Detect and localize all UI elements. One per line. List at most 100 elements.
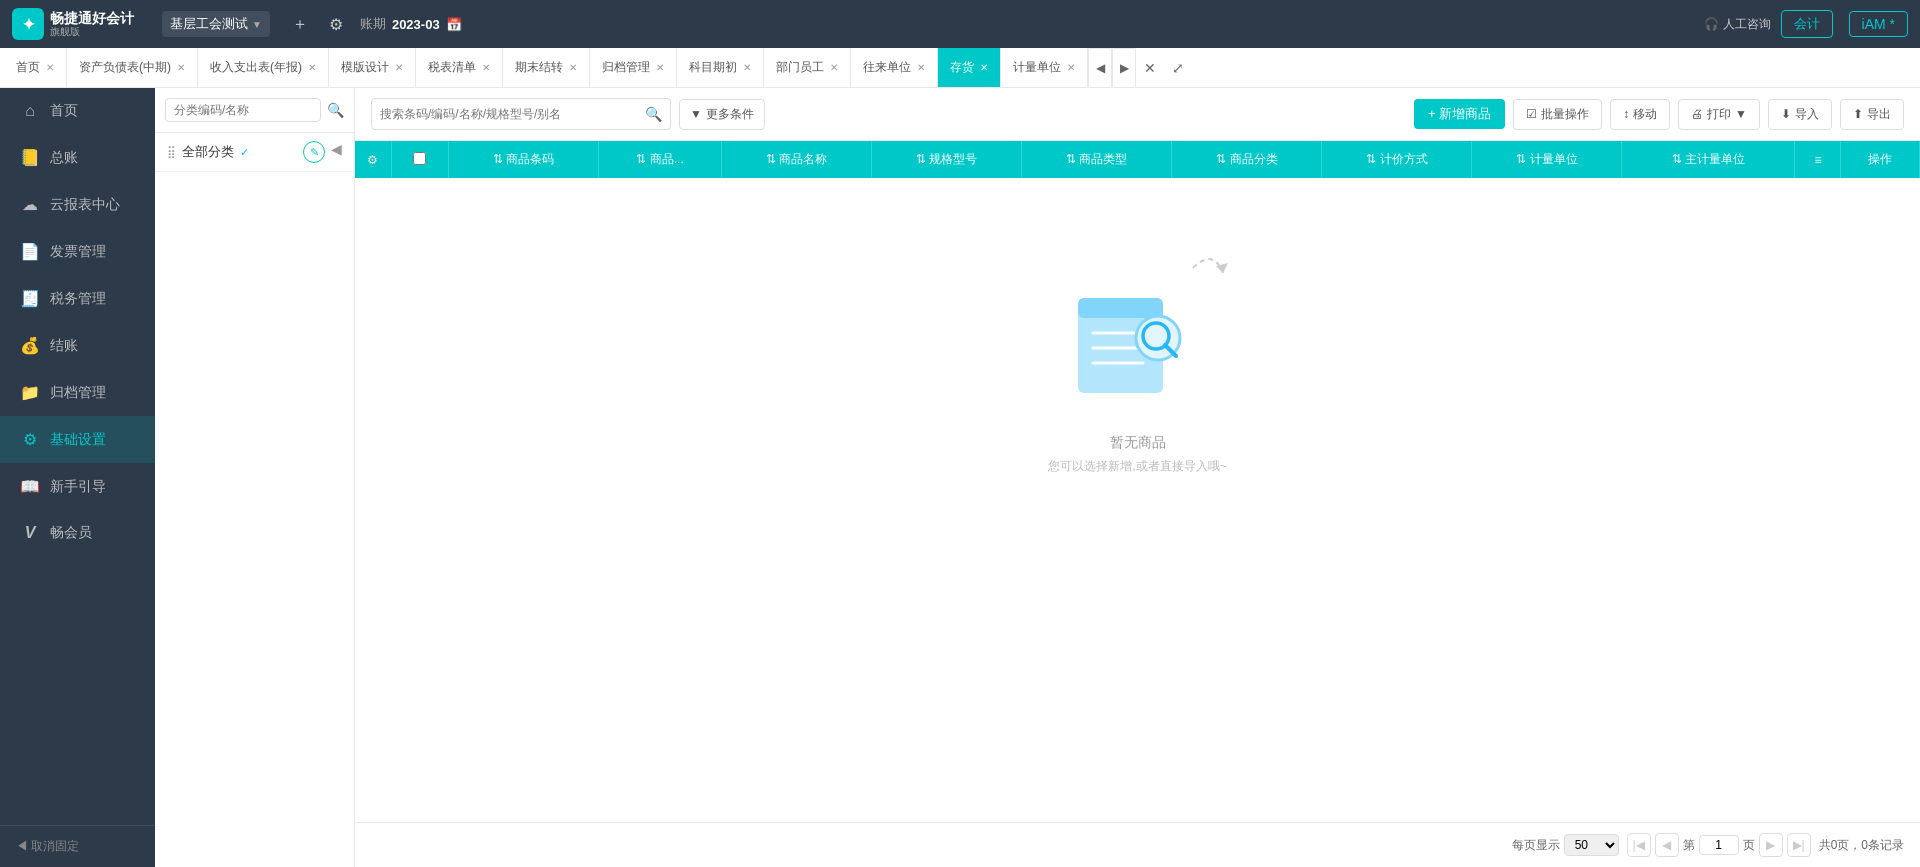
page-number-input[interactable] <box>1699 835 1739 855</box>
product-search-icon[interactable]: 🔍 <box>645 106 662 122</box>
tab-dept-staff[interactable]: 部门员工 ✕ <box>764 48 851 87</box>
tab-close-icon[interactable]: ✕ <box>308 62 316 73</box>
sidebar-label-cloud: 云报表中心 <box>50 196 120 214</box>
per-page-dropdown[interactable]: 50 10 20 100 <box>1564 834 1619 856</box>
sidebar-item-cloud-reports[interactable]: ☁ 云报表中心 <box>0 181 155 228</box>
col-extra[interactable]: ≡ <box>1795 141 1841 178</box>
left-panel: 🔍 ⣿ 全部分类 ✓ ✎ ◀ <box>155 88 355 867</box>
import-label: 导入 <box>1795 106 1819 123</box>
sidebar-item-invoice-mgmt[interactable]: 📄 发票管理 <box>0 228 155 275</box>
col-price-method[interactable]: ⇅ 计价方式 <box>1322 141 1472 178</box>
filter-icon: ▼ <box>690 107 702 121</box>
sidebar-item-archive[interactable]: 📁 归档管理 <box>0 369 155 416</box>
col-barcode[interactable]: ⇅ 商品条码 <box>448 141 598 178</box>
move-button[interactable]: ↕ 移动 <box>1610 99 1670 130</box>
product-search-input[interactable] <box>380 107 645 121</box>
print-label: 打印 <box>1707 106 1731 123</box>
category-search-icon[interactable]: 🔍 <box>327 102 344 118</box>
category-search-input[interactable] <box>165 98 321 122</box>
company-selector[interactable]: 基层工会测试 ▼ <box>162 11 270 37</box>
headset-icon: 🎧 <box>1704 17 1719 31</box>
tab-expand-button[interactable]: ⤢ <box>1164 48 1192 88</box>
batch-operation-button[interactable]: ☑ 批量操作 <box>1513 99 1602 130</box>
tab-close-icon[interactable]: ✕ <box>177 62 185 73</box>
tab-homepage[interactable]: 首页 ✕ <box>4 48 67 87</box>
col-unit[interactable]: ⇅ 计量单位 <box>1472 141 1622 178</box>
tab-next-button[interactable]: ▶ <box>1112 48 1136 88</box>
account-button[interactable]: 会计 <box>1781 10 1833 38</box>
tab-close-icon[interactable]: ✕ <box>656 62 664 73</box>
col-settings[interactable]: ⚙ <box>355 141 391 178</box>
left-panel-collapse-button[interactable]: ◀ <box>331 141 342 163</box>
settings-icon[interactable]: ⚙ <box>322 10 350 38</box>
col-type[interactable]: ⇅ 商品类型 <box>1022 141 1172 178</box>
sidebar: ⌂ 首页 📒 总账 ☁ 云报表中心 📄 发票管理 🧾 税务管理 💰 结账 📁 归… <box>0 88 155 867</box>
sidebar-item-new-guide[interactable]: 📖 新手引导 <box>0 463 155 510</box>
edit-icon: ✎ <box>310 146 319 159</box>
prev-page-button[interactable]: ◀ <box>1655 833 1679 857</box>
tab-prev-button[interactable]: ◀ <box>1088 48 1112 88</box>
sidebar-item-home[interactable]: ⌂ 首页 <box>0 88 155 134</box>
sidebar-item-basic-settings[interactable]: ⚙ 基础设置 <box>0 416 155 463</box>
tab-close-icon[interactable]: ✕ <box>980 62 988 73</box>
col-category[interactable]: ⇅ 商品分类 <box>1172 141 1322 178</box>
sidebar-item-membership[interactable]: V 畅会员 <box>0 510 155 556</box>
tab-label: 计量单位 <box>1013 59 1061 76</box>
product-search-box[interactable]: 🔍 <box>371 98 671 130</box>
sidebar-item-ledger[interactable]: 📒 总账 <box>0 134 155 181</box>
tab-close-icon[interactable]: ✕ <box>395 62 403 73</box>
category-edit-button[interactable]: ✎ <box>303 141 325 163</box>
move-label: 移动 <box>1633 106 1657 123</box>
tab-close-icon[interactable]: ✕ <box>482 62 490 73</box>
next-page-button[interactable]: ▶ <box>1759 833 1783 857</box>
tab-template-design[interactable]: 模版设计 ✕ <box>329 48 416 87</box>
select-all-checkbox[interactable] <box>413 152 426 165</box>
sidebar-label-tax: 税务管理 <box>50 290 106 308</box>
last-page-button[interactable]: ▶| <box>1787 833 1811 857</box>
sidebar-item-settlement[interactable]: 💰 结账 <box>0 322 155 369</box>
category-header: ⣿ 全部分类 ✓ ✎ ◀ <box>155 133 354 172</box>
tab-inventory[interactable]: 存货 ✕ <box>938 48 1001 87</box>
more-filter-button[interactable]: ▼ 更多条件 <box>679 99 765 130</box>
tab-period-transfer[interactable]: 期末结转 ✕ <box>503 48 590 87</box>
add-tab-button[interactable]: ＋ <box>286 10 314 38</box>
sidebar-unpin-button[interactable]: ◀ 取消固定 <box>0 825 155 867</box>
calendar-icon[interactable]: 📅 <box>446 17 462 32</box>
empty-main-text: 暂无商品 <box>1110 434 1166 452</box>
col-code[interactable]: ⇅ 商品... <box>598 141 721 178</box>
col-main-unit-label: 主计量单位 <box>1685 152 1745 166</box>
tab-close-icon[interactable]: ✕ <box>917 62 925 73</box>
tab-close-icon[interactable]: ✕ <box>46 62 54 73</box>
tab-close-icon[interactable]: ✕ <box>743 62 751 73</box>
tab-close-icon[interactable]: ✕ <box>830 62 838 73</box>
iam-button[interactable]: iAM * <box>1849 11 1908 37</box>
print-button[interactable]: 🖨 打印 ▼ <box>1678 99 1760 130</box>
import-button[interactable]: ⬇ 导入 <box>1768 99 1832 130</box>
period-label: 账期 <box>360 15 386 33</box>
tab-close-icon[interactable]: ✕ <box>1067 62 1075 73</box>
archive-icon: 📁 <box>20 383 40 402</box>
tab-label: 模版设计 <box>341 59 389 76</box>
col-spec[interactable]: ⇅ 规格型号 <box>872 141 1022 178</box>
tab-income-statement[interactable]: 收入支出表(年报) ✕ <box>198 48 329 87</box>
tab-close-all-button[interactable]: ✕ <box>1136 48 1164 88</box>
add-product-button[interactable]: + 新增商品 <box>1414 99 1505 129</box>
tab-archive-mgmt[interactable]: 归档管理 ✕ <box>590 48 677 87</box>
tab-close-icon[interactable]: ✕ <box>569 62 577 73</box>
tab-contacts[interactable]: 往来单位 ✕ <box>851 48 938 87</box>
tab-subject-initial[interactable]: 科目期初 ✕ <box>677 48 764 87</box>
col-name[interactable]: ⇅ 商品名称 <box>722 141 872 178</box>
tab-balance-sheet[interactable]: 资产负债表(中期) ✕ <box>67 48 198 87</box>
col-checkbox[interactable] <box>391 141 448 178</box>
page-label: 第 <box>1683 837 1695 854</box>
sidebar-item-tax-mgmt[interactable]: 🧾 税务管理 <box>0 275 155 322</box>
company-name: 基层工会测试 <box>170 15 248 33</box>
export-button[interactable]: ⬆ 导出 <box>1840 99 1904 130</box>
tab-unit-measure[interactable]: 计量单位 ✕ <box>1001 48 1088 87</box>
support-button[interactable]: 🎧 人工咨询 <box>1704 16 1771 33</box>
first-page-button[interactable]: |◀ <box>1627 833 1651 857</box>
settings-sidebar-icon: ⚙ <box>20 430 40 449</box>
tab-tax-list[interactable]: 税表清单 ✕ <box>416 48 503 87</box>
col-main-unit[interactable]: ⇅ 主计量单位 <box>1622 141 1795 178</box>
sidebar-label-archive: 归档管理 <box>50 384 106 402</box>
